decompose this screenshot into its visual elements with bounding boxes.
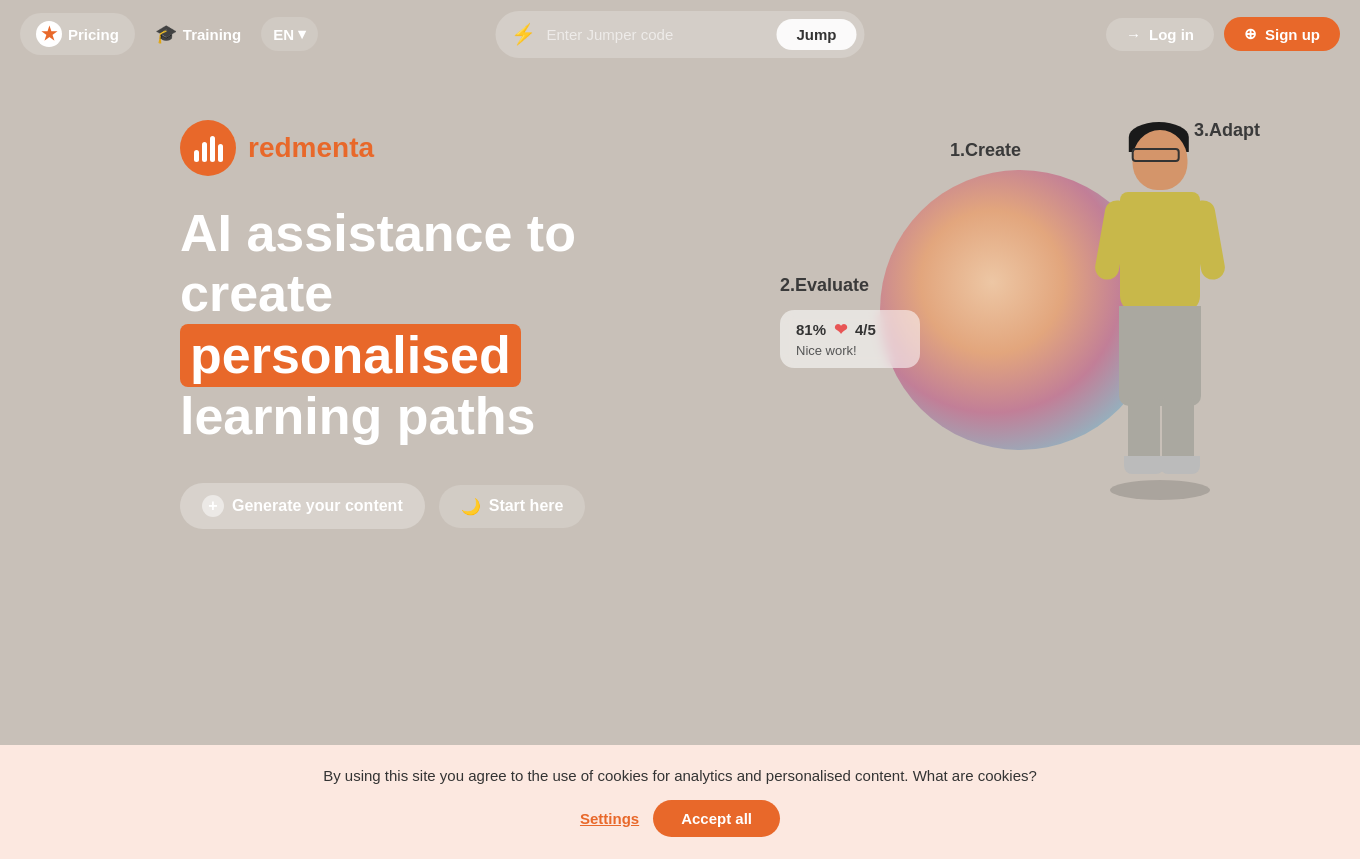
evaluate-label: 2.Evaluate bbox=[780, 275, 869, 296]
nav-left: ★ Pricing 🎓 Training EN ▾ bbox=[20, 13, 318, 55]
hero-section: redmenta AI assistance to create persona… bbox=[180, 120, 1280, 719]
hero-highlight: personalised bbox=[180, 324, 521, 388]
char-pants bbox=[1119, 306, 1201, 406]
signup-button[interactable]: ⊕ Sign up bbox=[1224, 17, 1340, 51]
create-label: 1.Create bbox=[950, 140, 1021, 161]
add-user-icon: ⊕ bbox=[1244, 25, 1257, 43]
training-nav-item[interactable]: 🎓 Training bbox=[139, 15, 257, 53]
bolt-icon: ⚡ bbox=[511, 22, 536, 46]
nav-right: → Log in ⊕ Sign up bbox=[1106, 17, 1340, 51]
start-here-button[interactable]: 🌙 Start here bbox=[439, 485, 586, 528]
chevron-down-icon: ▾ bbox=[298, 25, 306, 43]
logo-bars bbox=[194, 134, 223, 162]
cookie-settings-button[interactable]: Settings bbox=[580, 810, 639, 827]
char-shoe-left bbox=[1124, 456, 1164, 474]
cookie-banner: By using this site you agree to the use … bbox=[0, 745, 1360, 859]
logo-bar-2 bbox=[202, 142, 207, 162]
login-button[interactable]: → Log in bbox=[1106, 18, 1214, 51]
logo-icon bbox=[180, 120, 236, 176]
jumper-input[interactable] bbox=[546, 26, 766, 43]
lang-label: EN bbox=[273, 26, 294, 43]
jumper-search-bar: ⚡ Jump bbox=[495, 11, 864, 58]
pricing-label: Pricing bbox=[68, 26, 119, 43]
training-icon: 🎓 bbox=[155, 23, 177, 45]
login-icon: → bbox=[1126, 26, 1141, 43]
hero-character bbox=[1070, 130, 1250, 500]
evaluate-stats: 81% ❤ 4/5 bbox=[796, 320, 904, 339]
logo-name: redmenta bbox=[248, 132, 374, 164]
heart-icon: ❤ bbox=[834, 320, 847, 339]
signup-label: Sign up bbox=[1265, 26, 1320, 43]
plus-icon: + bbox=[202, 495, 224, 517]
star-icon: ★ bbox=[36, 21, 62, 47]
char-head bbox=[1133, 130, 1188, 190]
cookie-accept-button[interactable]: Accept all bbox=[653, 800, 780, 837]
char-leg-left bbox=[1128, 398, 1160, 463]
char-body bbox=[1120, 192, 1200, 312]
logo-bar-3 bbox=[210, 136, 215, 162]
char-glasses bbox=[1131, 148, 1179, 162]
cookie-message: By using this site you agree to the use … bbox=[323, 767, 1037, 784]
pricing-nav-item[interactable]: ★ Pricing bbox=[20, 13, 135, 55]
moon-icon: 🌙 bbox=[461, 497, 481, 516]
hero-title: AI assistance to create personalised lea… bbox=[180, 204, 700, 447]
jump-button[interactable]: Jump bbox=[776, 19, 856, 50]
evaluate-message: Nice work! bbox=[796, 343, 904, 358]
char-shadow bbox=[1110, 480, 1210, 500]
generate-content-button[interactable]: + Generate your content bbox=[180, 483, 425, 529]
score-stars: 4/5 bbox=[855, 321, 876, 338]
char-shoe-right bbox=[1160, 456, 1200, 474]
cookie-buttons: Settings Accept all bbox=[580, 800, 780, 837]
login-label: Log in bbox=[1149, 26, 1194, 43]
char-leg-right bbox=[1162, 398, 1194, 463]
training-label: Training bbox=[183, 26, 241, 43]
logo-bar-1 bbox=[194, 150, 199, 162]
score-percent: 81% bbox=[796, 321, 826, 338]
navbar: ★ Pricing 🎓 Training EN ▾ ⚡ Jump → Log i… bbox=[0, 0, 1360, 68]
language-selector[interactable]: EN ▾ bbox=[261, 17, 318, 51]
logo-bar-4 bbox=[218, 144, 223, 162]
starthere-label: Start here bbox=[489, 497, 564, 515]
evaluate-card: 81% ❤ 4/5 Nice work! bbox=[780, 310, 920, 368]
cookie-text: By using this site you agree to the use … bbox=[323, 767, 1037, 784]
hero-title-line1: AI assistance to create bbox=[180, 204, 700, 324]
hero-title-line2: learning paths bbox=[180, 387, 700, 447]
generate-label: Generate your content bbox=[232, 497, 403, 515]
hero-illustration: 1.Create 3.Adapt 2.Evaluate 81% ❤ 4/5 Ni… bbox=[780, 120, 1280, 540]
